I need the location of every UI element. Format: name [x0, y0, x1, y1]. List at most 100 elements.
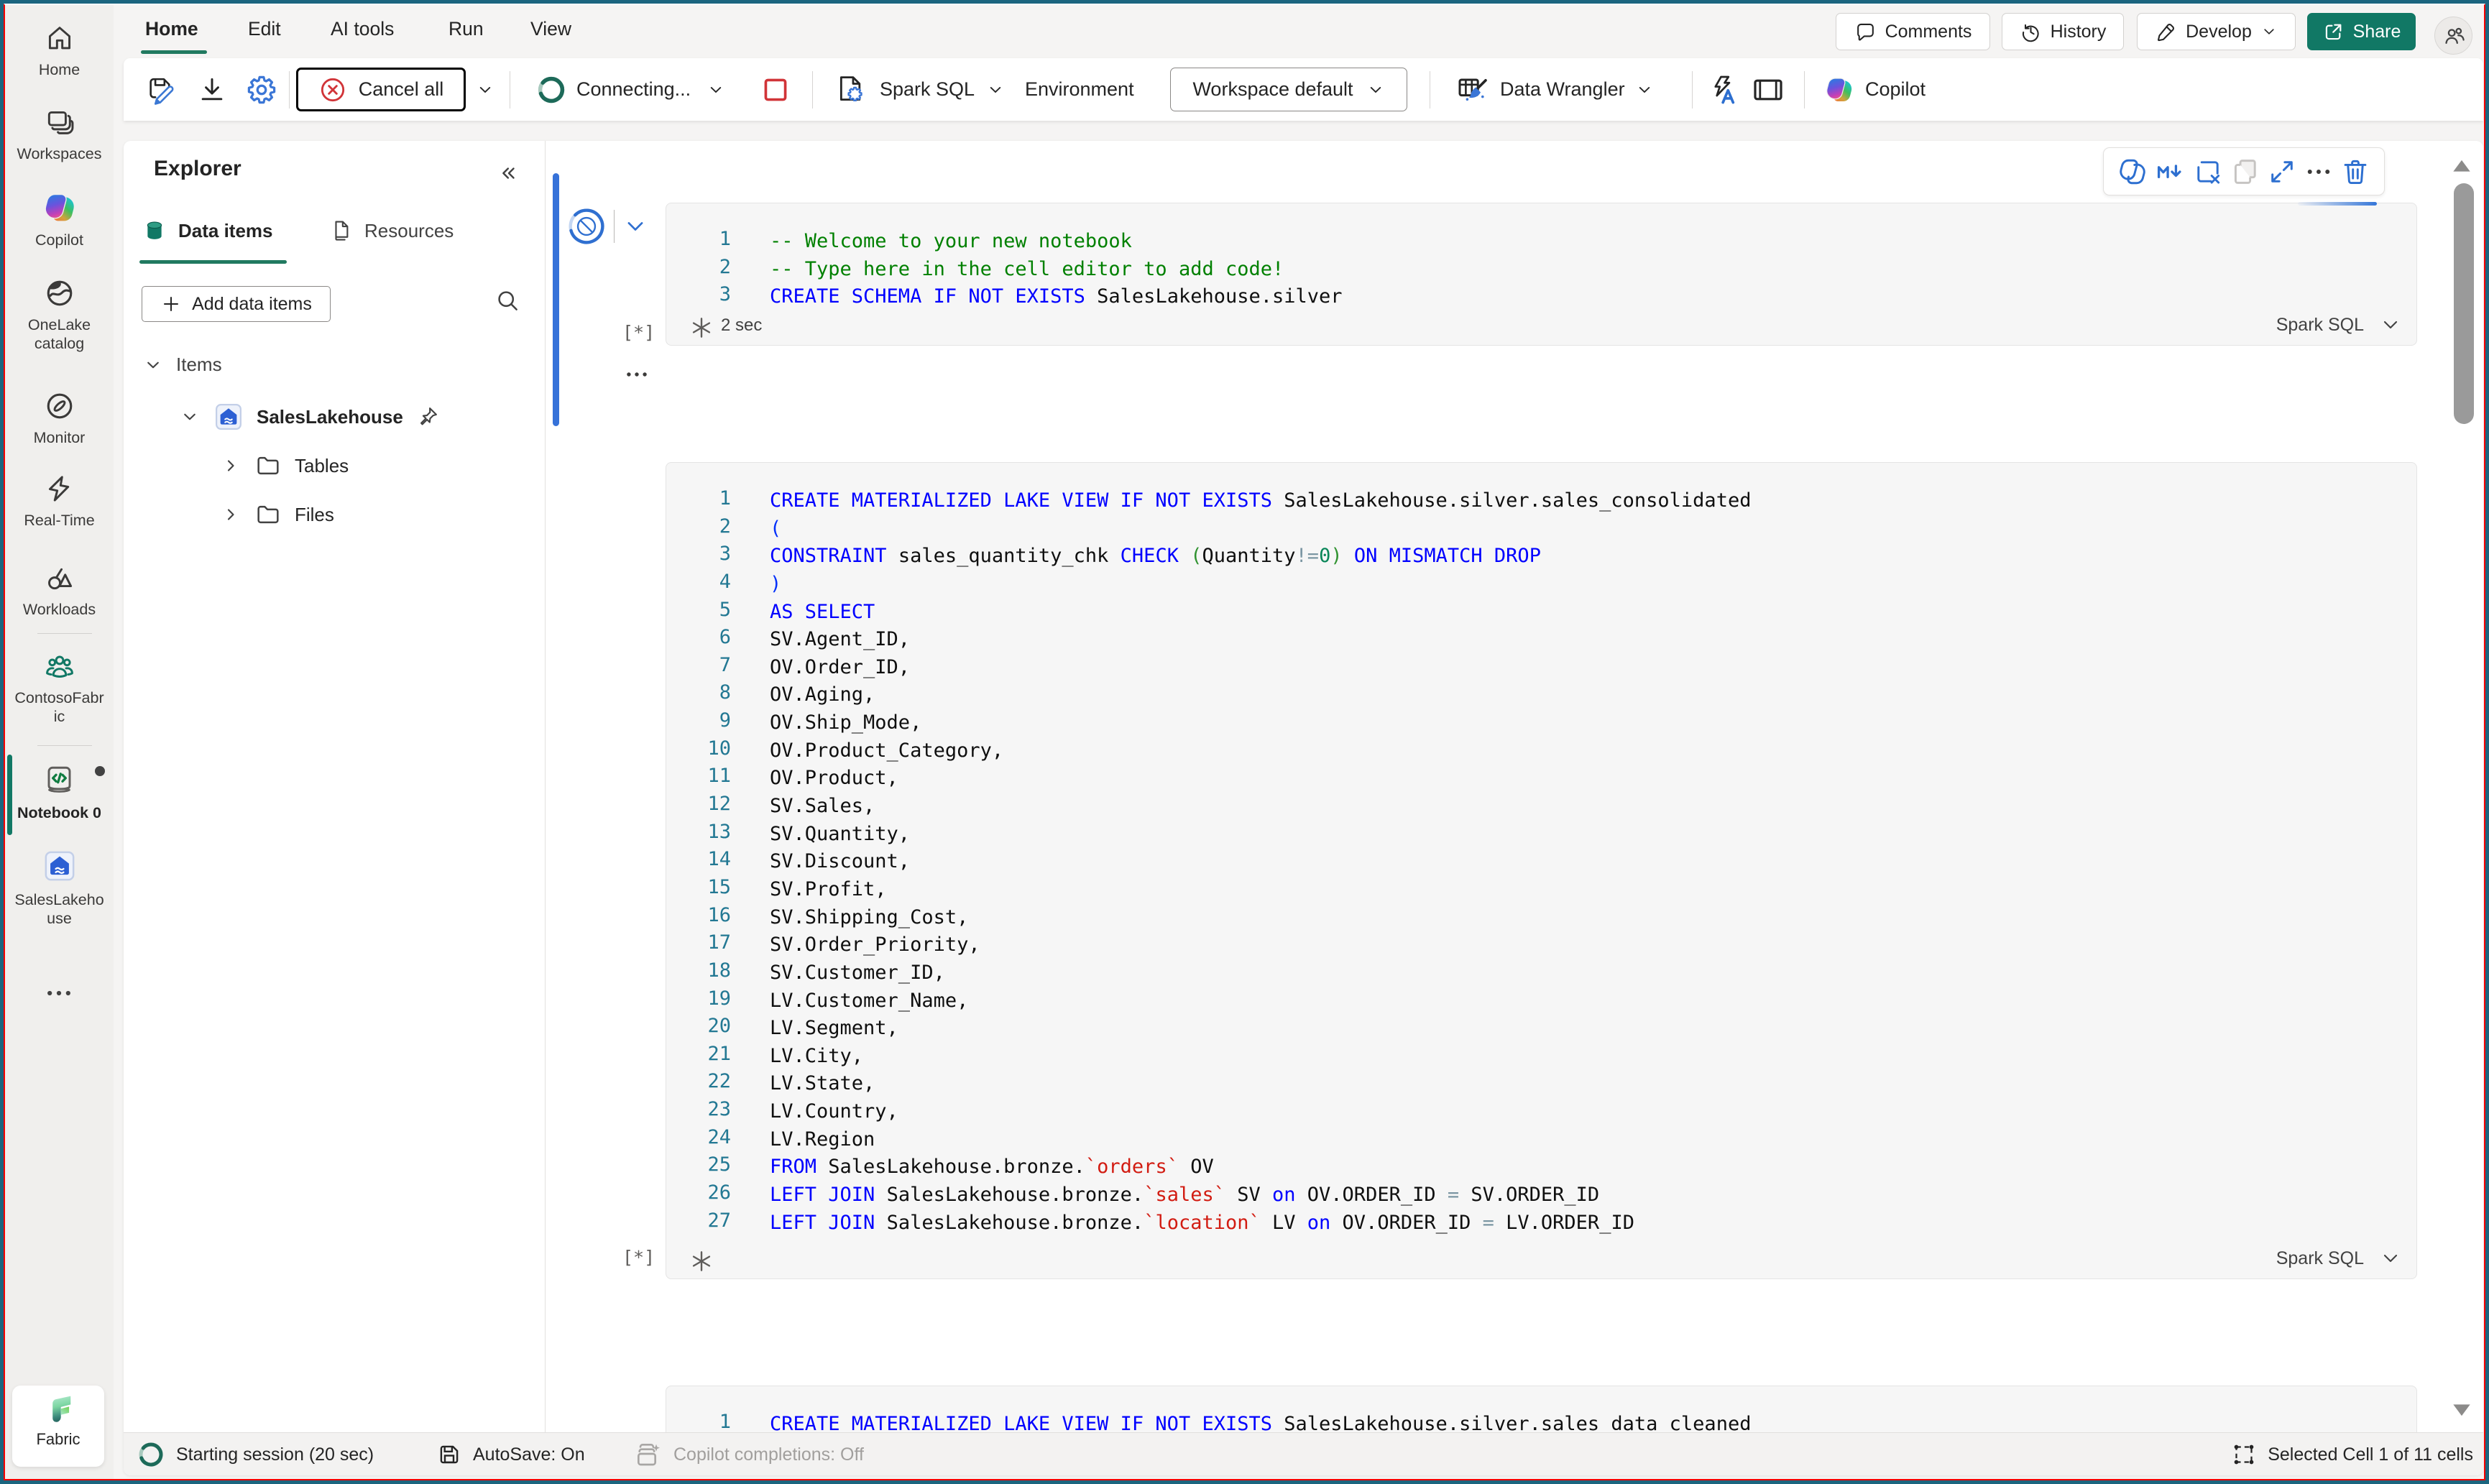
to-markdown-button[interactable]	[2154, 156, 2186, 188]
line-number: 3	[719, 543, 731, 566]
tab-resources[interactable]: Resources	[328, 218, 454, 243]
menu-tab-edit[interactable]: Edit	[248, 18, 281, 40]
environment-button[interactable]: Environment	[1025, 58, 1134, 121]
code-line[interactable]: FROM SalesLakehouse.bronze.`orders` OV	[770, 1153, 2416, 1181]
rail-item-copilot[interactable]: Copilot	[5, 191, 114, 249]
search-data-items-button[interactable]	[494, 287, 520, 313]
expand-cell-button[interactable]	[2267, 157, 2297, 187]
frame-button[interactable]	[1751, 58, 1785, 121]
code-line[interactable]: (	[770, 515, 2416, 543]
rail-item-real-time[interactable]: Real-Time	[5, 473, 114, 530]
code-line[interactable]: LEFT JOIN SalesLakehouse.bronze.`locatio…	[770, 1209, 2416, 1238]
code-line[interactable]: -- Type here in the cell editor to add c…	[770, 256, 2416, 284]
menu-tab-home[interactable]: Home	[145, 18, 198, 40]
fabric-brand-label: Fabric	[36, 1430, 80, 1448]
code-line[interactable]: LV.Country,	[770, 1098, 2416, 1126]
session-status-dropdown[interactable]: Connecting...	[576, 58, 725, 121]
code-line[interactable]: SV.Profit,	[770, 876, 2416, 904]
menu-tab-view[interactable]: View	[530, 18, 571, 40]
code-line[interactable]: OV.Ship_Mode,	[770, 709, 2416, 737]
tab-data-items[interactable]: Data items	[142, 218, 273, 243]
comments-button[interactable]: Comments	[1836, 13, 1990, 50]
collapse-cell-button[interactable]	[623, 214, 648, 239]
code-line[interactable]: OV.Order_ID,	[770, 654, 2416, 682]
code-line[interactable]: AS SELECT	[770, 599, 2416, 627]
copy-cell-button[interactable]	[2230, 156, 2261, 188]
code-line[interactable]: LV.Customer_Name,	[770, 987, 2416, 1015]
code-line[interactable]: LV.Segment,	[770, 1015, 2416, 1043]
cell-language-selector[interactable]: Spark SQL	[2276, 1248, 2401, 1269]
rail-item-home[interactable]: Home	[5, 22, 114, 79]
add-data-items-button[interactable]: Add data items	[142, 286, 331, 322]
code-line[interactable]: OV.Product_Category,	[770, 737, 2416, 765]
rail-item-workloads[interactable]: Workloads	[5, 562, 114, 619]
copilot-button[interactable]: Copilot	[1825, 58, 1926, 121]
data-wrangler-button[interactable]: Data Wrangler	[1455, 58, 1654, 121]
delete-cell-button[interactable]	[2340, 156, 2371, 188]
language-selector[interactable]: Spark SQL	[834, 58, 1005, 121]
menu-tab-run[interactable]: Run	[448, 18, 484, 40]
rail-item-workspaces[interactable]: Workspaces	[5, 106, 114, 163]
cell-language-selector[interactable]: Spark SQL	[2276, 314, 2401, 336]
download-button[interactable]	[196, 58, 228, 121]
code-line[interactable]: LV.City,	[770, 1043, 2416, 1071]
cancel-run-button[interactable]	[567, 207, 606, 246]
code-line[interactable]: SV.Customer_ID,	[770, 959, 2416, 987]
shortcuts-button[interactable]	[1706, 58, 1739, 121]
selection-status: Selected Cell 1 of 11 cells	[2231, 1433, 2473, 1475]
cancel-all-button[interactable]: Cancel all	[296, 68, 466, 111]
notebook-scroll-down[interactable]	[2447, 1395, 2476, 1424]
workspace-default-dropdown[interactable]: Workspace default	[1170, 68, 1407, 111]
account-avatar[interactable]	[2434, 17, 2472, 55]
code-line[interactable]: CREATE MATERIALIZED LAKE VIEW IF NOT EXI…	[770, 1411, 2416, 1432]
notebook-scroll-thumb[interactable]	[2454, 183, 2474, 424]
code-line[interactable]: SV.Quantity,	[770, 821, 2416, 849]
tree-item-files[interactable]: Files	[220, 500, 334, 529]
code-line[interactable]: -- Welcome to your new notebook	[770, 228, 2416, 256]
code-line[interactable]: SV.Agent_ID,	[770, 626, 2416, 654]
notebook-cell-1[interactable]: 1 -- Welcome to your new notebook 2 -- Type…	[666, 203, 2417, 346]
code-line[interactable]: SV.Order_Priority,	[770, 931, 2416, 959]
code-line[interactable]: LV.Region	[770, 1126, 2416, 1154]
rail-item-monitor[interactable]: Monitor	[5, 390, 114, 447]
clear-output-button[interactable]	[2192, 156, 2224, 188]
tree-item-tables[interactable]: Tables	[220, 451, 349, 480]
copilot-completions-status[interactable]: Copilot completions: Off	[634, 1433, 864, 1475]
rail-item-contosofabric[interactable]: ContosoFabr ic	[5, 650, 114, 726]
code-line[interactable]: SV.Shipping_Cost,	[770, 904, 2416, 932]
code-line[interactable]: LV.State,	[770, 1070, 2416, 1098]
autosave-status[interactable]: AutoSave: On	[436, 1433, 585, 1475]
develop-button[interactable]: Develop	[2137, 13, 2296, 50]
code-line[interactable]: OV.Product,	[770, 765, 2416, 793]
code-line[interactable]: OV.Aging,	[770, 681, 2416, 709]
collapse-explorer-button[interactable]	[495, 161, 520, 185]
code-line[interactable]: LEFT JOIN SalesLakehouse.bronze.`sales` …	[770, 1181, 2416, 1209]
code-line[interactable]: SV.Sales,	[770, 793, 2416, 821]
stop-session-button[interactable]	[760, 58, 791, 121]
menu-tab-ai-tools[interactable]: AI tools	[331, 18, 394, 40]
notebook-cell-2[interactable]: 1 CREATE MATERIALIZED LAKE VIEW IF NOT EX…	[666, 462, 2417, 1279]
history-button[interactable]: History	[2002, 13, 2124, 50]
cell-more-button[interactable]	[623, 361, 650, 388]
tree-item-items[interactable]: Items	[142, 354, 222, 376]
more-cell-options-button[interactable]	[2304, 157, 2334, 187]
tree-item-saleslakehouse[interactable]: SalesLakehouse	[179, 401, 440, 433]
rail-item-saleslakehouse[interactable]: SalesLakeho use	[5, 848, 114, 928]
rail-more-button[interactable]	[43, 977, 75, 1009]
settings-button[interactable]	[245, 58, 278, 121]
share-button[interactable]: Share	[2307, 13, 2416, 50]
code-line[interactable]: SV.Discount,	[770, 848, 2416, 876]
copilot-cell-button[interactable]	[2117, 156, 2148, 188]
fabric-brand-card[interactable]: Fabric	[12, 1386, 104, 1467]
collapse-panel-icon	[502, 167, 515, 179]
cancel-all-dropdown[interactable]	[476, 58, 494, 121]
code-line[interactable]: )	[770, 571, 2416, 599]
save-button[interactable]	[145, 58, 178, 121]
notebook-cell-3[interactable]: 1 CREATE MATERIALIZED LAKE VIEW IF NOT EX…	[666, 1386, 2417, 1432]
code-line[interactable]: CONSTRAINT sales_quantity_chk CHECK (Qua…	[770, 543, 2416, 571]
code-line[interactable]: CREATE MATERIALIZED LAKE VIEW IF NOT EXI…	[770, 487, 2416, 515]
code-line[interactable]: CREATE SCHEMA IF NOT EXISTS SalesLakehou…	[770, 283, 2416, 311]
rail-item-onelakecatalog[interactable]: OneLake catalog	[5, 277, 114, 353]
notebook-scroll-up[interactable]	[2447, 152, 2476, 181]
session-status-spinner[interactable]	[535, 58, 567, 121]
